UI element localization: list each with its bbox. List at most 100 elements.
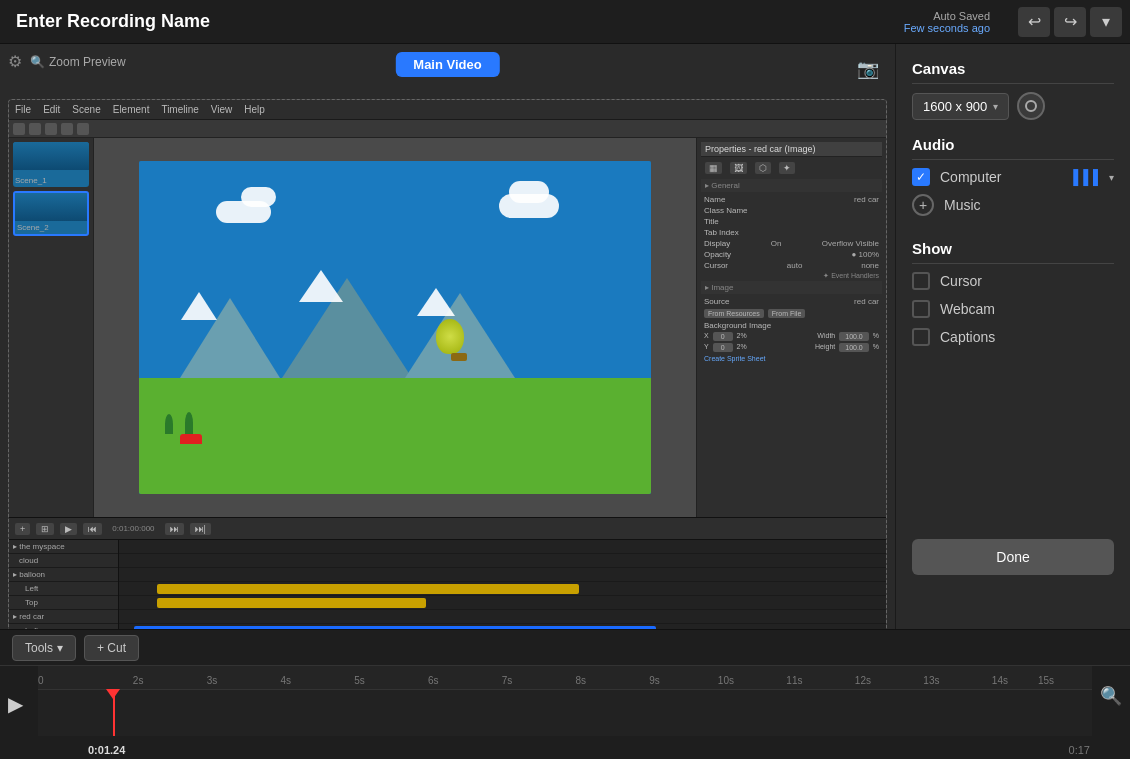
webcam-checkbox[interactable] bbox=[912, 300, 930, 318]
y-row: Y0 2% Height100.0 % bbox=[701, 342, 882, 353]
animate-menu-edit[interactable]: Edit bbox=[43, 104, 60, 115]
tl-rewind-btn[interactable]: ⏮ bbox=[83, 523, 102, 535]
prop-source-row: Sourcered car bbox=[701, 296, 882, 307]
prop-cursor-row: Cursorautonone bbox=[701, 260, 882, 271]
circle-icon bbox=[1025, 100, 1037, 112]
timeline-search-button[interactable]: 🔍 bbox=[1100, 685, 1122, 707]
tl-labels: ▸ the myspace cloud ▸ balloon Left Top ▸… bbox=[9, 540, 119, 637]
canvas-size-dropdown[interactable]: 1600 x 900 ▾ bbox=[912, 93, 1009, 120]
snow-cap-3 bbox=[417, 288, 455, 316]
from-file-btn[interactable]: From File bbox=[768, 309, 806, 318]
tl-header: + ⊞ ▶ ⏮ 0:01:00:000 ⏭ ⏭| bbox=[9, 518, 886, 540]
ruler-mark-7s: 7s bbox=[502, 675, 513, 686]
screenshot-icon[interactable]: 📷 bbox=[857, 58, 879, 80]
xy-row: X0 2% Width100.0 % bbox=[701, 331, 882, 342]
canvas-size-chevron: ▾ bbox=[993, 101, 998, 112]
music-add-button[interactable]: + bbox=[912, 194, 934, 216]
scene-thumb-1[interactable]: Scene_1 bbox=[13, 142, 89, 187]
prop-tab-1[interactable]: ▦ bbox=[705, 162, 722, 174]
animate-menu-element[interactable]: Element bbox=[113, 104, 150, 115]
tl-track-5 bbox=[119, 610, 886, 624]
animate-menu-file[interactable]: File bbox=[15, 104, 31, 115]
prop-tab-row: Tab Index bbox=[701, 227, 882, 238]
tl-add-btn[interactable]: + bbox=[15, 523, 30, 535]
animate-menu-timeline[interactable]: Timeline bbox=[161, 104, 198, 115]
animate-main-area: Scene_1 Scene_2 bbox=[9, 138, 886, 517]
main-layout: ⚙ 🔍 Zoom Preview Main Video 📷 File Edit … bbox=[0, 44, 1130, 629]
animate-left-panel: Scene_1 Scene_2 bbox=[9, 138, 94, 517]
balloon-body bbox=[436, 319, 464, 354]
prop-section-general: ▸ General bbox=[701, 179, 882, 192]
redo-button[interactable]: ↪ bbox=[1054, 7, 1086, 37]
captions-checkbox[interactable] bbox=[912, 328, 930, 346]
top-controls: ↩ ↪ ▾ bbox=[1018, 7, 1122, 37]
preview-area: ⚙ 🔍 Zoom Preview Main Video 📷 File Edit … bbox=[0, 44, 895, 629]
ruler-mark-10s: 10s bbox=[718, 675, 734, 686]
tree-2 bbox=[185, 412, 193, 434]
canvas-circle-btn[interactable] bbox=[1017, 92, 1045, 120]
music-audio-item: + Music bbox=[912, 194, 1114, 216]
event-handlers-row: ✦ Event Handlers bbox=[701, 271, 882, 281]
show-section-title: Show bbox=[912, 240, 1114, 264]
tools-button[interactable]: Tools ▾ bbox=[12, 635, 76, 661]
prop-title-row: Title bbox=[701, 216, 882, 227]
done-button[interactable]: Done bbox=[912, 539, 1114, 575]
snow-cap-2 bbox=[299, 270, 343, 302]
from-resources-btn[interactable]: From Resources bbox=[704, 309, 764, 318]
prop-class-row: Class Name bbox=[701, 205, 882, 216]
animate-menu-view[interactable]: View bbox=[211, 104, 233, 115]
animate-menu-help[interactable]: Help bbox=[244, 104, 265, 115]
cursor-checkbox[interactable] bbox=[912, 272, 930, 290]
tl-forward-btn[interactable]: ⏭ bbox=[165, 523, 184, 535]
cut-button[interactable]: + Cut bbox=[84, 635, 139, 661]
menu-button[interactable]: ▾ bbox=[1090, 7, 1122, 37]
cloud-2b bbox=[509, 181, 549, 203]
from-resources-row: From Resources From File bbox=[701, 307, 882, 320]
scene-thumb-2[interactable]: Scene_2 bbox=[13, 191, 89, 236]
cursor-show-label: Cursor bbox=[940, 273, 982, 289]
gear-icon[interactable]: ⚙ bbox=[8, 52, 22, 71]
main-video-badge: Main Video bbox=[395, 52, 499, 77]
prop-tab-4[interactable]: ✦ bbox=[779, 162, 795, 174]
captions-show-item: Captions bbox=[912, 328, 1114, 346]
ruler-mark-2s: 2s bbox=[133, 675, 144, 686]
top-bar: Enter Recording Name Auto Saved Few seco… bbox=[0, 0, 1130, 44]
audio-bar-icon: ▌▌▌ bbox=[1073, 169, 1103, 185]
ruler-mark-0: 0 bbox=[38, 675, 44, 686]
computer-audio-checkbox[interactable]: ✓ bbox=[912, 168, 930, 186]
music-audio-label: Music bbox=[944, 197, 981, 213]
animate-timeline: + ⊞ ▶ ⏮ 0:01:00:000 ⏭ ⏭| ▸ the myspace c… bbox=[9, 517, 886, 637]
audio-section-title: Audio bbox=[912, 136, 1114, 160]
prop-tab-3[interactable]: ⬡ bbox=[755, 162, 771, 174]
auto-saved-time: Few seconds ago bbox=[904, 22, 990, 34]
computer-audio-dropdown-arrow[interactable]: ▾ bbox=[1109, 172, 1114, 183]
ruler-mark-11s: 11s bbox=[786, 675, 802, 686]
show-section: Show Cursor Webcam Captions bbox=[912, 240, 1114, 356]
prop-tab-2[interactable]: 🖼 bbox=[730, 162, 747, 174]
ruler-mark-12s: 12s bbox=[855, 675, 871, 686]
tl-end-btn[interactable]: ⏭| bbox=[190, 523, 211, 535]
zoom-label: 🔍 Zoom Preview bbox=[30, 55, 126, 69]
animate-menu-bar: File Edit Scene Element Timeline View He… bbox=[9, 100, 886, 120]
timeline-track-area bbox=[38, 690, 1092, 736]
tl-play-btn[interactable]: ▶ bbox=[60, 523, 77, 535]
computer-audio-controls: ▌▌▌ ▾ bbox=[1073, 169, 1114, 185]
animate-toolbar bbox=[9, 120, 886, 138]
tree-1 bbox=[165, 414, 173, 434]
tl-label-4: Top bbox=[9, 596, 118, 610]
captions-show-label: Captions bbox=[940, 329, 995, 345]
create-sprite-sheet-link[interactable]: Create Sprite Sheet bbox=[701, 353, 882, 364]
tl-options-btn[interactable]: ⊞ bbox=[36, 523, 54, 535]
tl-body: ▸ the myspace cloud ▸ balloon Left Top ▸… bbox=[9, 540, 886, 637]
computer-audio-item: ✓ Computer ▌▌▌ ▾ bbox=[912, 168, 1114, 186]
undo-button[interactable]: ↩ bbox=[1018, 7, 1050, 37]
webcam-show-label: Webcam bbox=[940, 301, 995, 317]
ruler-mark-14s: 14s bbox=[992, 675, 1008, 686]
toolbar-icon-3 bbox=[45, 123, 57, 135]
ground bbox=[139, 378, 651, 495]
ruler-mark-8s: 8s bbox=[576, 675, 587, 686]
play-button[interactable]: ▶ bbox=[8, 692, 23, 716]
prop-section-image: ▸ Image bbox=[701, 281, 882, 294]
editor-inner: File Edit Scene Element Timeline View He… bbox=[9, 100, 886, 637]
animate-menu-scene[interactable]: Scene bbox=[72, 104, 100, 115]
